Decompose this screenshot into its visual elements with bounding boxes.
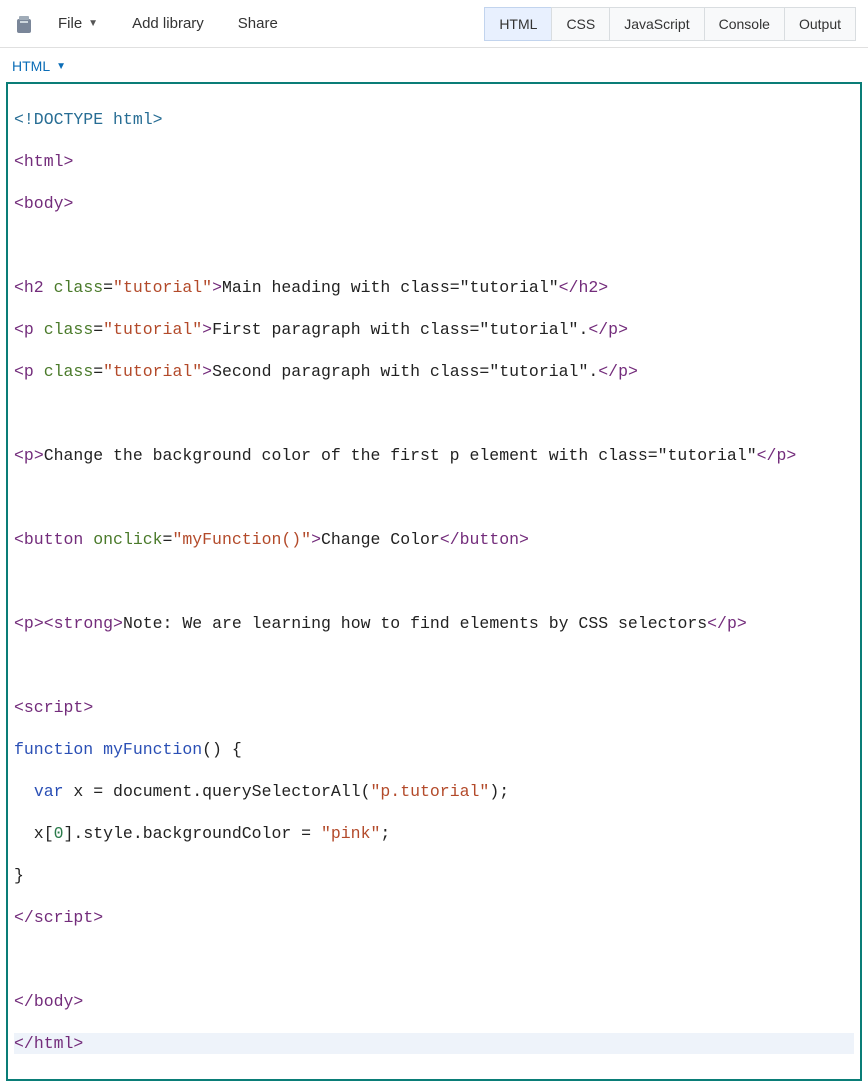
language-label: HTML	[12, 58, 50, 74]
jsbin-logo-icon	[12, 12, 36, 36]
tab-output[interactable]: Output	[784, 7, 856, 41]
share-button[interactable]: Share	[230, 9, 286, 38]
file-menu[interactable]: File ▼	[50, 9, 106, 38]
caret-down-icon: ▼	[56, 61, 66, 72]
tab-console[interactable]: Console	[704, 7, 785, 41]
tab-javascript[interactable]: JavaScript	[609, 7, 704, 41]
code-editor[interactable]: <!DOCTYPE html> <html> <body> <h2 class=…	[6, 82, 862, 1081]
tab-html[interactable]: HTML	[484, 7, 552, 41]
share-label: Share	[238, 15, 278, 32]
file-label: File	[58, 15, 82, 32]
add-library-button[interactable]: Add library	[124, 9, 212, 38]
panel-tabs: HTML CSS JavaScript Console Output	[485, 7, 856, 41]
tab-css[interactable]: CSS	[551, 7, 610, 41]
editor-subheader: HTML ▼	[0, 48, 868, 82]
language-selector[interactable]: HTML ▼	[12, 58, 66, 74]
menu-bar: File ▼ Add library Share	[50, 9, 286, 38]
top-toolbar: File ▼ Add library Share HTML CSS JavaSc…	[0, 0, 868, 48]
add-library-label: Add library	[132, 15, 204, 32]
caret-down-icon: ▼	[88, 18, 98, 29]
